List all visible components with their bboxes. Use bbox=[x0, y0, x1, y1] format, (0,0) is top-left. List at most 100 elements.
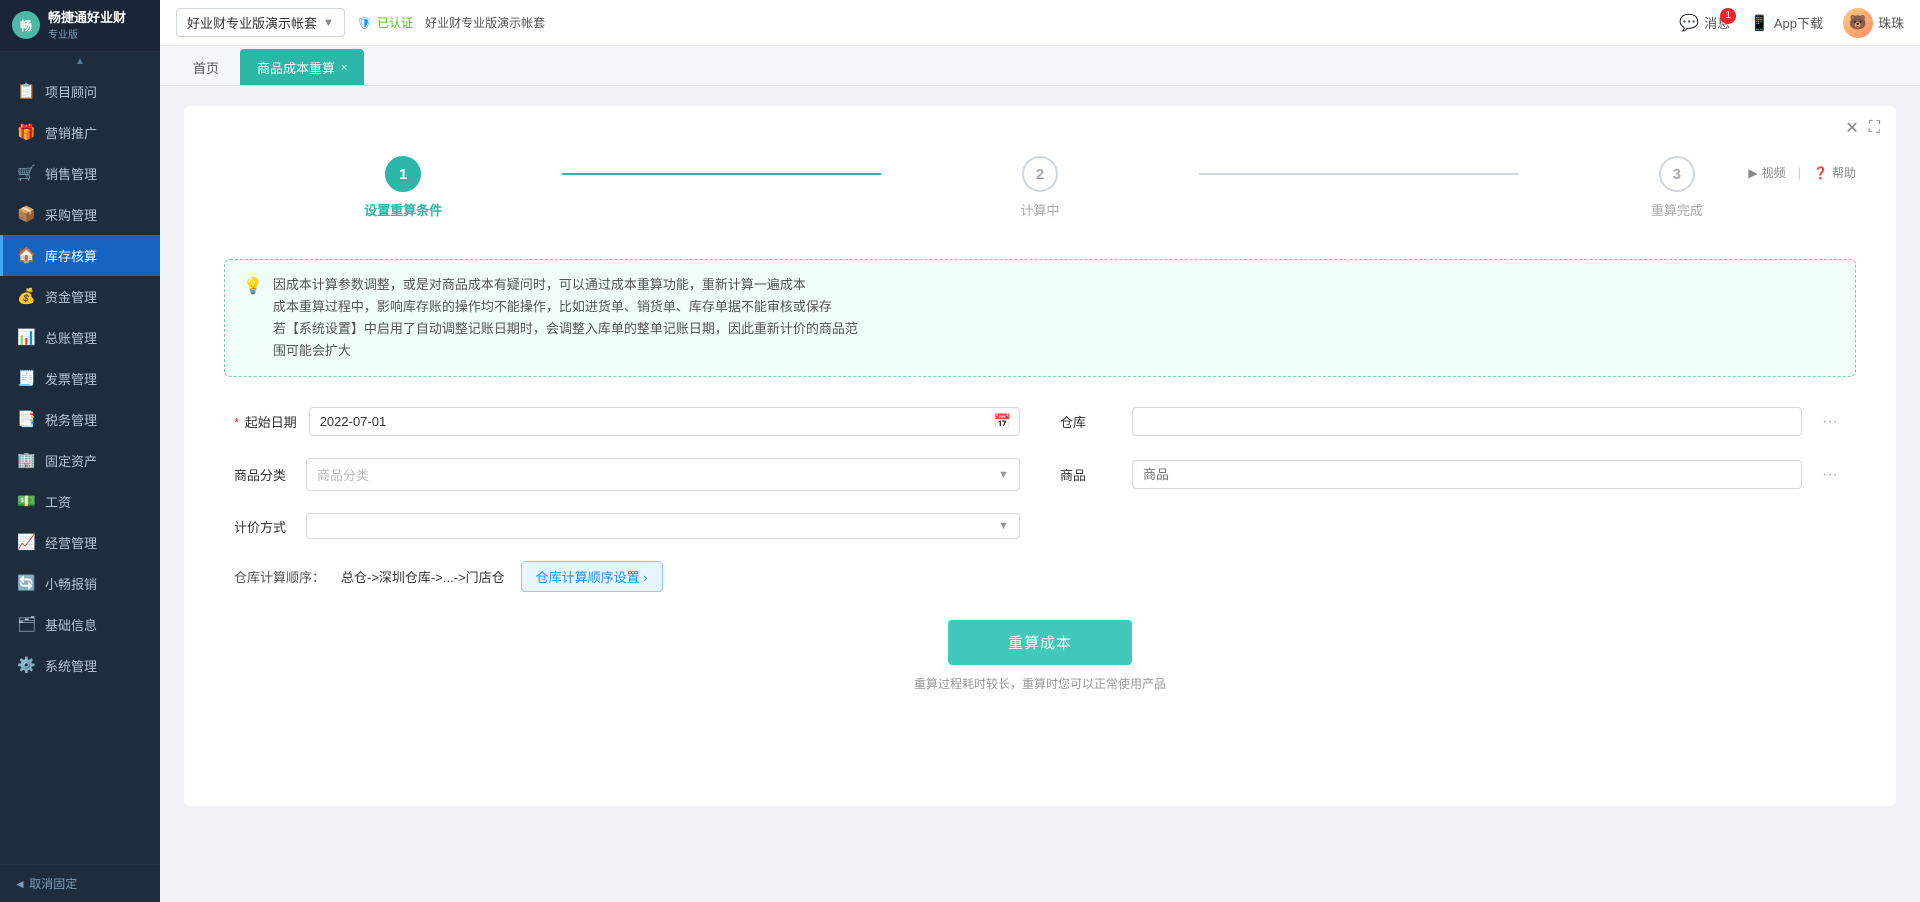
sidebar-item-payroll[interactable]: 💵 工资 bbox=[0, 481, 160, 522]
sidebar-item-purchase[interactable]: 📦 采购管理 bbox=[0, 194, 160, 235]
tab-recalc[interactable]: 商品成本重算 × bbox=[240, 49, 364, 85]
recalc-button[interactable]: 重算成本 bbox=[948, 620, 1132, 665]
topbar-right: 💬 消息 1 📱 App下载 🐻 珠珠 bbox=[1679, 8, 1904, 38]
start-date-input[interactable] bbox=[310, 408, 986, 435]
account-chevron-icon: ▼ bbox=[323, 17, 334, 29]
sidebar-item-label: 库存核算 bbox=[45, 246, 97, 265]
step-2-label: 计算中 bbox=[1021, 200, 1060, 219]
video-link[interactable]: ▶ 视频 bbox=[1748, 164, 1785, 181]
sidebar-logo: 畅 畅捷通好业财 专业版 bbox=[0, 0, 160, 52]
video-icon: ▶ bbox=[1748, 166, 1757, 180]
form-row-3: 计价方式 ▼ bbox=[234, 513, 1846, 539]
expand-button[interactable]: ⛶ bbox=[1869, 119, 1880, 137]
warehouse-dots-button[interactable]: ··· bbox=[1814, 409, 1846, 435]
connector-1-2 bbox=[562, 173, 880, 175]
product-group: 商品 ··· bbox=[1060, 460, 1846, 489]
marketing-icon: 🎁 bbox=[17, 123, 35, 141]
system-icon: ⚙️ bbox=[17, 656, 35, 674]
product-label: 商品 bbox=[1060, 465, 1120, 484]
avatar: 🐻 bbox=[1843, 8, 1873, 38]
warehouse-order-row: 仓库计算顺序： 总仓->深圳仓库->...->门店仓 仓库计算顺序设置 › bbox=[234, 561, 1846, 592]
verified-company: 好业财专业版演示帐套 bbox=[425, 14, 545, 31]
basic-icon: 🗂 bbox=[17, 615, 35, 633]
sidebar-item-system[interactable]: ⚙️ 系统管理 bbox=[0, 645, 160, 686]
payroll-icon: 💵 bbox=[17, 492, 35, 510]
help-label: 帮助 bbox=[1832, 164, 1856, 181]
window-controls: ✕ ⛶ bbox=[1845, 118, 1880, 138]
required-mark: * bbox=[234, 415, 239, 430]
sidebar-item-finance[interactable]: 💰 资金管理 bbox=[0, 276, 160, 317]
category-arrow-icon: ▼ bbox=[998, 469, 1009, 481]
sidebar-item-label: 销售管理 bbox=[45, 164, 97, 183]
warehouse-input-wrapper bbox=[1132, 407, 1802, 436]
user-profile-action[interactable]: 🐻 珠珠 bbox=[1843, 8, 1904, 38]
help-link[interactable]: ❓ 帮助 bbox=[1813, 164, 1856, 181]
expense-icon: 🔄 bbox=[17, 574, 35, 592]
sidebar-item-label: 发票管理 bbox=[45, 369, 97, 388]
sidebar-item-label: 固定资产 bbox=[45, 451, 97, 470]
video-label: 视频 bbox=[1762, 164, 1786, 181]
sidebar: 畅 畅捷通好业财 专业版 ▲ 📋 项目顾问 🎁 营销推广 🛒 销售管理 📦 采购… bbox=[0, 0, 160, 902]
unpin-button[interactable]: ◄ 取消固定 bbox=[0, 864, 160, 902]
verified-text: 已认证 bbox=[377, 14, 413, 31]
sidebar-item-invoice[interactable]: 🧾 发票管理 bbox=[0, 358, 160, 399]
account-selector[interactable]: 好业财专业版演示帐套 ▼ bbox=[176, 8, 345, 37]
finance-icon: 💰 bbox=[17, 287, 35, 305]
sidebar-item-label: 采购管理 bbox=[45, 205, 97, 224]
message-action[interactable]: 💬 消息 1 bbox=[1679, 13, 1730, 33]
topbar: 好业财专业版演示帐套 ▼ 🛡 已认证 好业财专业版演示帐套 💬 消息 1 📱 A… bbox=[160, 0, 1920, 46]
warehouse-order-settings-button[interactable]: 仓库计算顺序设置 › bbox=[521, 561, 663, 592]
steps-help: ▶ 视频 | ❓ 帮助 bbox=[1748, 164, 1856, 181]
logo-subtitle: 专业版 bbox=[48, 26, 126, 41]
calendar-icon[interactable]: 📅 bbox=[986, 413, 1019, 430]
notification-badge: 1 bbox=[1720, 8, 1736, 24]
invoice-icon: 🧾 bbox=[17, 369, 35, 387]
sidebar-item-tax[interactable]: 📑 税务管理 bbox=[0, 399, 160, 440]
step-3-circle: 3 bbox=[1659, 156, 1695, 192]
sidebar-item-operations[interactable]: 📈 经营管理 bbox=[0, 522, 160, 563]
assets-icon: 🏢 bbox=[17, 451, 35, 469]
sidebar-item-account[interactable]: 📊 总账管理 bbox=[0, 317, 160, 358]
tax-icon: 📑 bbox=[17, 410, 35, 428]
recalc-btn-label: 重算成本 bbox=[1008, 635, 1072, 652]
sidebar-item-dashboard[interactable]: 📋 项目顾问 bbox=[0, 71, 160, 112]
shield-icon: 🛡 bbox=[357, 16, 372, 30]
start-date-input-wrapper[interactable]: 📅 bbox=[309, 407, 1020, 436]
category-label: 商品分类 bbox=[234, 465, 294, 484]
logo-icon: 畅 bbox=[12, 11, 40, 39]
category-select[interactable]: 商品分类 ▼ bbox=[306, 458, 1020, 491]
sidebar-item-marketing[interactable]: 🎁 营销推广 bbox=[0, 112, 160, 153]
product-dots-button[interactable]: ··· bbox=[1814, 462, 1846, 488]
app-download-action[interactable]: 📱 App下载 bbox=[1750, 13, 1823, 32]
category-group: 商品分类 商品分类 ▼ bbox=[234, 458, 1020, 491]
sidebar-item-label: 营销推广 bbox=[45, 123, 97, 142]
sidebar-nav: ▲ 📋 项目顾问 🎁 营销推广 🛒 销售管理 📦 采购管理 🏠 库存核算 💰 资… bbox=[0, 52, 160, 864]
close-button[interactable]: ✕ bbox=[1845, 118, 1858, 138]
step-1-circle: 1 bbox=[385, 156, 421, 192]
sidebar-item-expense[interactable]: 🔄 小畅报销 bbox=[0, 563, 160, 604]
step-3-label: 重算完成 bbox=[1651, 200, 1703, 219]
tab-home[interactable]: 首页 bbox=[176, 49, 236, 85]
sidebar-item-assets[interactable]: 🏢 固定资产 bbox=[0, 440, 160, 481]
sidebar-item-inventory[interactable]: 🏠 库存核算 bbox=[0, 235, 160, 276]
step-1: 1 设置重算条件 bbox=[244, 156, 562, 219]
sidebar-item-sales[interactable]: 🛒 销售管理 bbox=[0, 153, 160, 194]
app-download-label: App下载 bbox=[1774, 13, 1823, 32]
sidebar-item-basic[interactable]: 🗂 基础信息 bbox=[0, 604, 160, 645]
tab-close-icon[interactable]: × bbox=[341, 62, 347, 74]
info-box: 💡 因成本计算参数调整，或是对商品成本有疑问时，可以通过成本重算功能，重新计算一… bbox=[224, 259, 1856, 377]
content-area: ✕ ⛶ 1 设置重算条件 2 计算中 bbox=[160, 86, 1920, 902]
warehouse-group: 仓库 ··· bbox=[1060, 407, 1846, 436]
pricing-arrow-icon: ▼ bbox=[998, 520, 1009, 532]
sidebar-item-label: 总账管理 bbox=[45, 328, 97, 347]
warehouse-order-btn-label: 仓库计算顺序设置 › bbox=[536, 567, 648, 586]
logo-title: 畅捷通好业财 bbox=[48, 10, 126, 26]
product-input[interactable] bbox=[1133, 461, 1801, 488]
recalc-section: 重算成本 重算过程耗时较长，重算时您可以正常使用产品 bbox=[234, 620, 1846, 692]
form-row-2: 商品分类 商品分类 ▼ 商品 ··· bbox=[234, 458, 1846, 491]
warehouse-input[interactable] bbox=[1133, 408, 1801, 435]
account-name: 好业财专业版演示帐套 bbox=[187, 13, 317, 32]
tab-recalc-label: 商品成本重算 bbox=[257, 58, 335, 77]
warehouse-order-value: 总仓->深圳仓库->...->门店仓 bbox=[341, 567, 505, 586]
pricing-select[interactable]: ▼ bbox=[306, 513, 1020, 539]
